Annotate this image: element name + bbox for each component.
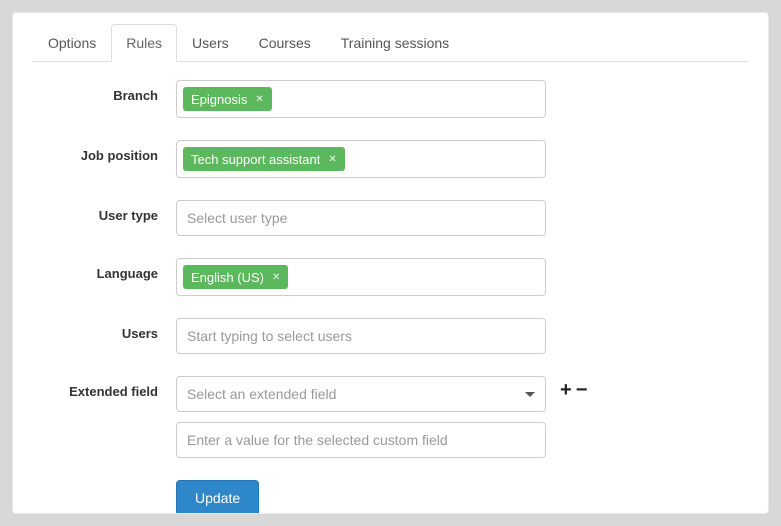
tab-users[interactable]: Users bbox=[177, 24, 244, 62]
language-tag: English (US) ✕ bbox=[183, 265, 288, 289]
branch-tag: Epignosis ✕ bbox=[183, 87, 272, 111]
label-language: Language bbox=[31, 258, 176, 281]
language-input[interactable]: English (US) ✕ bbox=[176, 258, 546, 296]
tabs: Options Rules Users Courses Training ses… bbox=[33, 13, 748, 62]
job-position-tag: Tech support assistant ✕ bbox=[183, 147, 345, 171]
user-type-placeholder: Select user type bbox=[183, 210, 287, 226]
remove-tag-icon[interactable]: ✕ bbox=[272, 272, 280, 283]
panel: Options Rules Users Courses Training ses… bbox=[12, 12, 769, 514]
label-job-position: Job position bbox=[31, 140, 176, 163]
minus-icon[interactable]: − bbox=[576, 380, 588, 400]
extended-field-value-input[interactable] bbox=[176, 422, 546, 458]
user-type-input[interactable]: Select user type bbox=[176, 200, 546, 236]
label-branch: Branch bbox=[31, 80, 176, 103]
label-users: Users bbox=[31, 318, 176, 341]
chevron-down-icon bbox=[525, 392, 535, 397]
extended-field-controls: + − bbox=[546, 376, 587, 400]
branch-input[interactable]: Epignosis ✕ bbox=[176, 80, 546, 118]
row-job-position: Job position Tech support assistant ✕ bbox=[21, 140, 760, 178]
users-input[interactable]: Start typing to select users bbox=[176, 318, 546, 354]
tab-rules[interactable]: Rules bbox=[111, 24, 177, 62]
extended-field-select-placeholder: Select an extended field bbox=[187, 386, 336, 402]
row-extended-field: Extended field Select an extended field … bbox=[21, 376, 760, 458]
job-position-input[interactable]: Tech support assistant ✕ bbox=[176, 140, 546, 178]
row-submit: Update bbox=[21, 480, 760, 514]
tab-courses[interactable]: Courses bbox=[244, 24, 326, 62]
remove-tag-icon[interactable]: ✕ bbox=[328, 154, 336, 165]
users-placeholder: Start typing to select users bbox=[183, 328, 352, 344]
job-position-tag-label: Tech support assistant bbox=[191, 152, 320, 167]
tab-options[interactable]: Options bbox=[33, 24, 111, 62]
extended-field-select[interactable]: Select an extended field bbox=[176, 376, 546, 412]
remove-tag-icon[interactable]: ✕ bbox=[255, 94, 263, 105]
row-users: Users Start typing to select users bbox=[21, 318, 760, 354]
row-user-type: User type Select user type bbox=[21, 200, 760, 236]
language-tag-label: English (US) bbox=[191, 270, 264, 285]
tab-training-sessions[interactable]: Training sessions bbox=[326, 24, 464, 62]
update-button[interactable]: Update bbox=[176, 480, 259, 514]
label-user-type: User type bbox=[31, 200, 176, 223]
branch-tag-label: Epignosis bbox=[191, 92, 247, 107]
plus-icon[interactable]: + bbox=[560, 380, 572, 400]
row-branch: Branch Epignosis ✕ bbox=[21, 80, 760, 118]
label-extended-field: Extended field bbox=[31, 376, 176, 399]
row-language: Language English (US) ✕ bbox=[21, 258, 760, 296]
